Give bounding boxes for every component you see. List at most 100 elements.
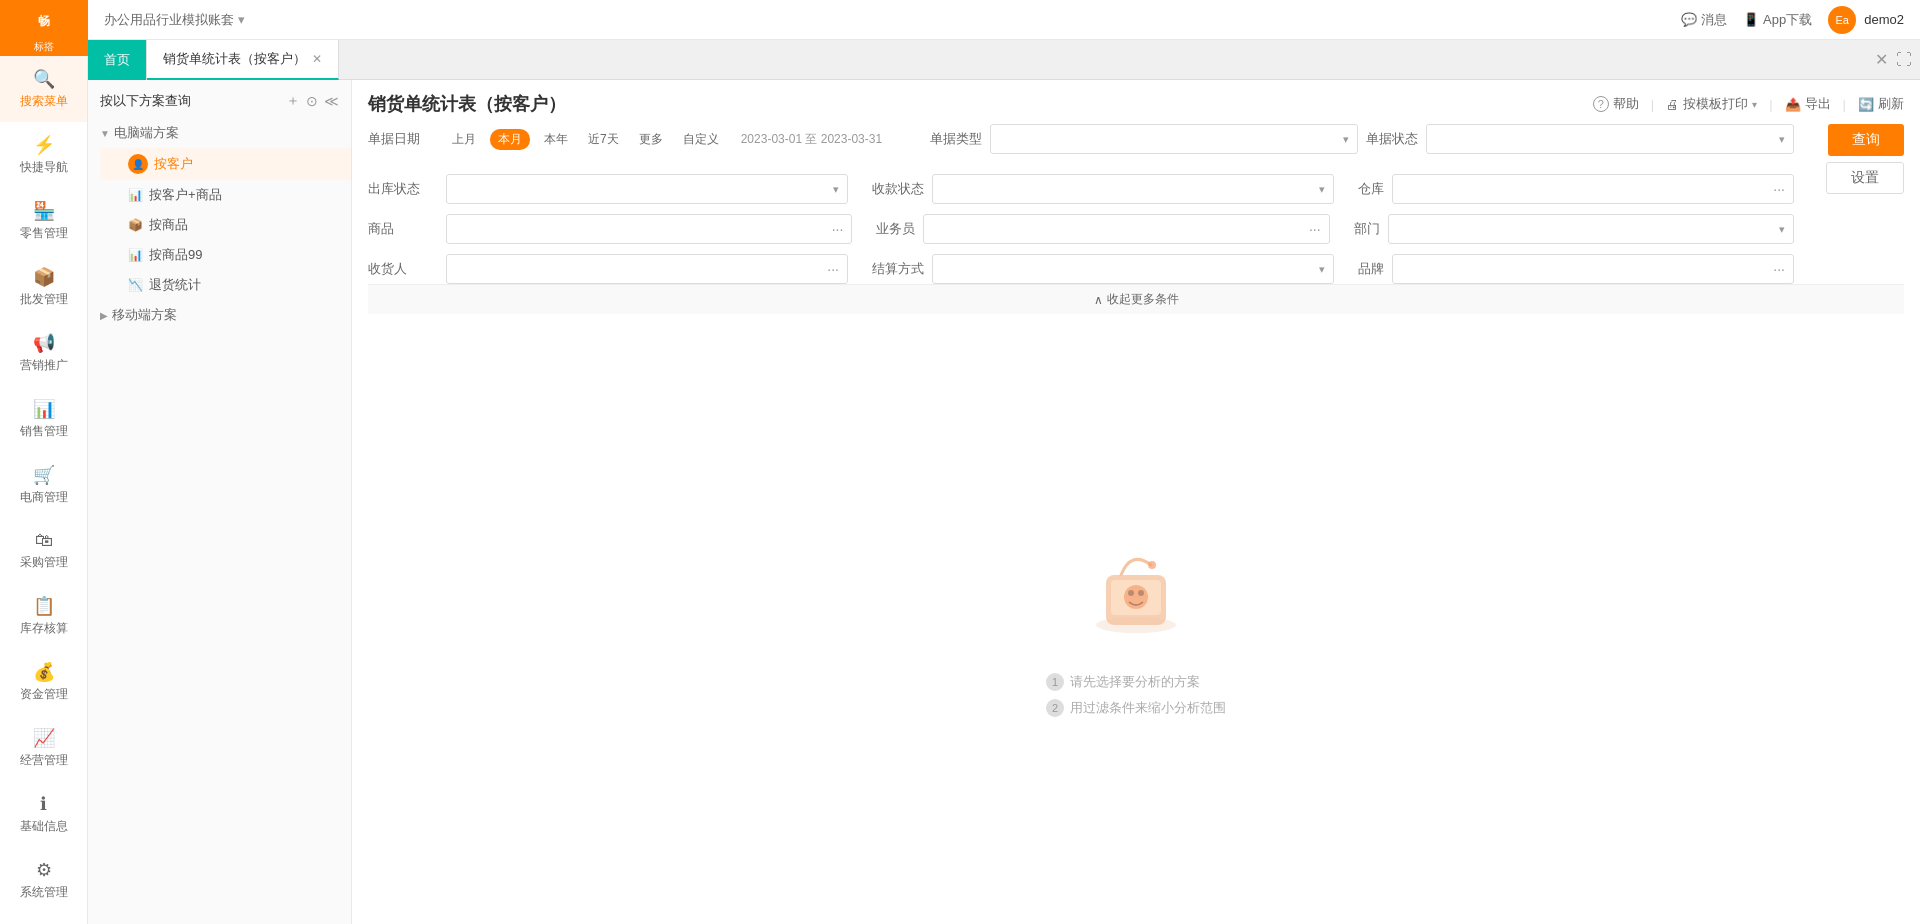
app-download-btn[interactable]: 📱 App下载 [1743,11,1812,29]
tab-home[interactable]: 首页 [88,40,147,80]
logo[interactable]: 畅 标搭 [0,0,88,56]
print-btn[interactable]: 🖨 按模板打印 ▾ [1666,95,1757,113]
sidebar-item-search[interactable]: 🔍 搜索菜单 [0,56,87,122]
finance-icon: 💰 [33,661,55,683]
maximize-window-icon[interactable]: ⛶ [1896,51,1912,69]
sidebar-item-label: 零售管理 [20,225,68,242]
add-scheme-btn[interactable]: ＋ [286,92,300,110]
by-customer-icon: 👤 [128,154,148,174]
filter-row-4: 收货人 ··· 结算方式 ▾ 品牌 ··· [368,254,1794,284]
tree-item-by-goods-99[interactable]: 📊 按商品99 [100,240,351,270]
tree-section-mobile[interactable]: ▶ 移动端方案 [88,300,351,330]
help-btn[interactable]: ? 帮助 [1593,95,1639,113]
sidebar-item-system[interactable]: ⚙ 系统管理 [0,847,87,913]
page-actions: ? 帮助 | 🖨 按模板打印 ▾ | 📤 导出 | [1593,95,1904,113]
sidebar-item-sales[interactable]: 📊 销售管理 [0,386,87,452]
date-tab-custom[interactable]: 自定义 [677,129,725,150]
export-btn[interactable]: 📤 导出 [1785,95,1831,113]
brand-input[interactable]: ··· [1392,254,1794,284]
date-tab-this-month[interactable]: 本月 [490,129,530,150]
query-btn[interactable]: 查询 [1828,124,1904,156]
svg-point-6 [1128,590,1134,596]
sidebar-item-finance[interactable]: 💰 资金管理 [0,649,87,715]
order-status-input[interactable]: ▾ [1426,124,1794,154]
department-input[interactable]: ▾ [1388,214,1794,244]
collapse-panel-btn[interactable]: ≪ [324,93,339,109]
receipt-status-dropdown-icon: ▾ [1319,183,1325,196]
tree-section-desktop[interactable]: ▼ 电脑端方案 [88,118,351,148]
date-tab-this-year[interactable]: 本年 [538,129,574,150]
by-customer-goods-icon: 📊 [128,188,143,202]
sidebar-item-purchase[interactable]: 🛍 采购管理 [0,518,87,583]
edit-scheme-btn[interactable]: ⊙ [306,93,318,109]
sidebar-item-label: 库存核算 [20,620,68,637]
warehouse-input[interactable]: ··· [1392,174,1794,204]
tree-children-desktop: 👤 按客户 📊 按客户+商品 📦 按商品 📊 按商品99 📉 退货 [88,148,351,300]
order-status-dropdown-icon: ▾ [1779,133,1785,146]
warehouse-dots-icon: ··· [1773,181,1785,197]
sidebar-item-marketing[interactable]: 📢 营销推广 [0,320,87,386]
sidebar-item-inventory[interactable]: 📋 库存核算 [0,583,87,649]
department-dropdown-icon: ▾ [1779,223,1785,236]
sidebar-item-enterprise[interactable]: 🤝 企业协同 [0,913,87,924]
sidebar-item-operation[interactable]: 📈 经营管理 [0,715,87,781]
filter-area: 单据日期 上月 本月 本年 近7天 更多 自定义 2023-03-01 至 20… [352,124,1920,322]
return-stats-icon: 📉 [128,278,143,292]
salesperson-input[interactable]: ··· [923,214,1329,244]
order-type-label: 单据类型 [930,130,982,148]
payment-input[interactable]: ▾ [932,254,1334,284]
setting-btn[interactable]: 设置 [1826,162,1904,194]
avatar-initials: Ea [1836,14,1849,26]
message-btn[interactable]: 💬 消息 [1681,11,1727,29]
sidebar-item-retail[interactable]: 🏪 零售管理 [0,188,87,254]
sidebar-menu: 🔍 搜索菜单 ⚡ 快捷导航 🏪 零售管理 📦 批发管理 📢 营销推广 📊 销售管… [0,56,87,924]
sidebar-item-basic[interactable]: ℹ 基础信息 [0,781,87,847]
header-title-area: 办公用品行业模拟账套 ▾ [104,11,245,29]
goods-input[interactable]: ··· [446,214,852,244]
goods-label: 商品 [368,220,438,238]
divider-1: | [1651,97,1654,112]
print-dropdown-icon: ▾ [1752,99,1757,110]
tree-item-return-stats[interactable]: 📉 退货统计 [100,270,351,300]
receipt-status-input[interactable]: ▾ [932,174,1334,204]
warehouse-label: 仓库 [1358,180,1384,198]
sidebar-item-quick[interactable]: ⚡ 快捷导航 [0,122,87,188]
return-stats-label: 退货统计 [149,276,201,294]
by-goods-icon: 📦 [128,218,143,232]
refresh-label: 刷新 [1878,95,1904,113]
tree-item-by-goods[interactable]: 📦 按商品 [100,210,351,240]
tab-sales-stats[interactable]: 销货单统计表（按客户） ✕ [147,40,339,80]
dropdown-arrow-icon[interactable]: ▾ [238,12,245,27]
app-icon: 📱 [1743,12,1759,27]
main-area: 办公用品行业模拟账套 ▾ 💬 消息 📱 App下载 Ea demo2 首页 [88,0,1920,924]
filter-row-2: 出库状态 ▾ 收款状态 ▾ 仓库 ··· [368,174,1794,204]
refresh-btn[interactable]: 🔄 刷新 [1858,95,1904,113]
tree-section-mobile-label: 移动端方案 [112,306,177,324]
sidebar-item-ecommerce[interactable]: 🛒 电商管理 [0,452,87,518]
date-tab-more[interactable]: 更多 [633,129,669,150]
collapse-bar[interactable]: ∧ 收起更多条件 [368,284,1904,314]
sidebar-item-label: 系统管理 [20,884,68,901]
export-label: 导出 [1805,95,1831,113]
user-area[interactable]: Ea demo2 [1828,6,1904,34]
order-type-dropdown-icon: ▾ [1343,133,1349,146]
tip-1-num: 1 [1046,673,1064,691]
close-window-icon[interactable]: ✕ [1875,50,1888,69]
sidebar-item-wholesale[interactable]: 📦 批发管理 [0,254,87,320]
page-title: 销货单统计表（按客户） [368,92,566,116]
tree-item-by-customer[interactable]: 👤 按客户 [100,148,351,180]
empty-tips: 1 请先选择要分析的方案 2 用过滤条件来缩小分析范围 [1046,673,1226,717]
quick-icon: ⚡ [33,134,55,156]
print-icon: 🖨 [1666,97,1679,112]
sidebar-item-label: 基础信息 [20,818,68,835]
order-type-input[interactable]: ▾ [990,124,1358,154]
out-status-input[interactable]: ▾ [446,174,848,204]
svg-point-8 [1148,561,1156,569]
tab-home-label: 首页 [104,51,130,69]
receiver-input[interactable]: ··· [446,254,848,284]
tab-close-icon[interactable]: ✕ [312,52,322,66]
date-tab-last-month[interactable]: 上月 [446,129,482,150]
brand-label: 品牌 [1358,260,1384,278]
date-tab-7days[interactable]: 近7天 [582,129,625,150]
tree-item-by-customer-goods[interactable]: 📊 按客户+商品 [100,180,351,210]
